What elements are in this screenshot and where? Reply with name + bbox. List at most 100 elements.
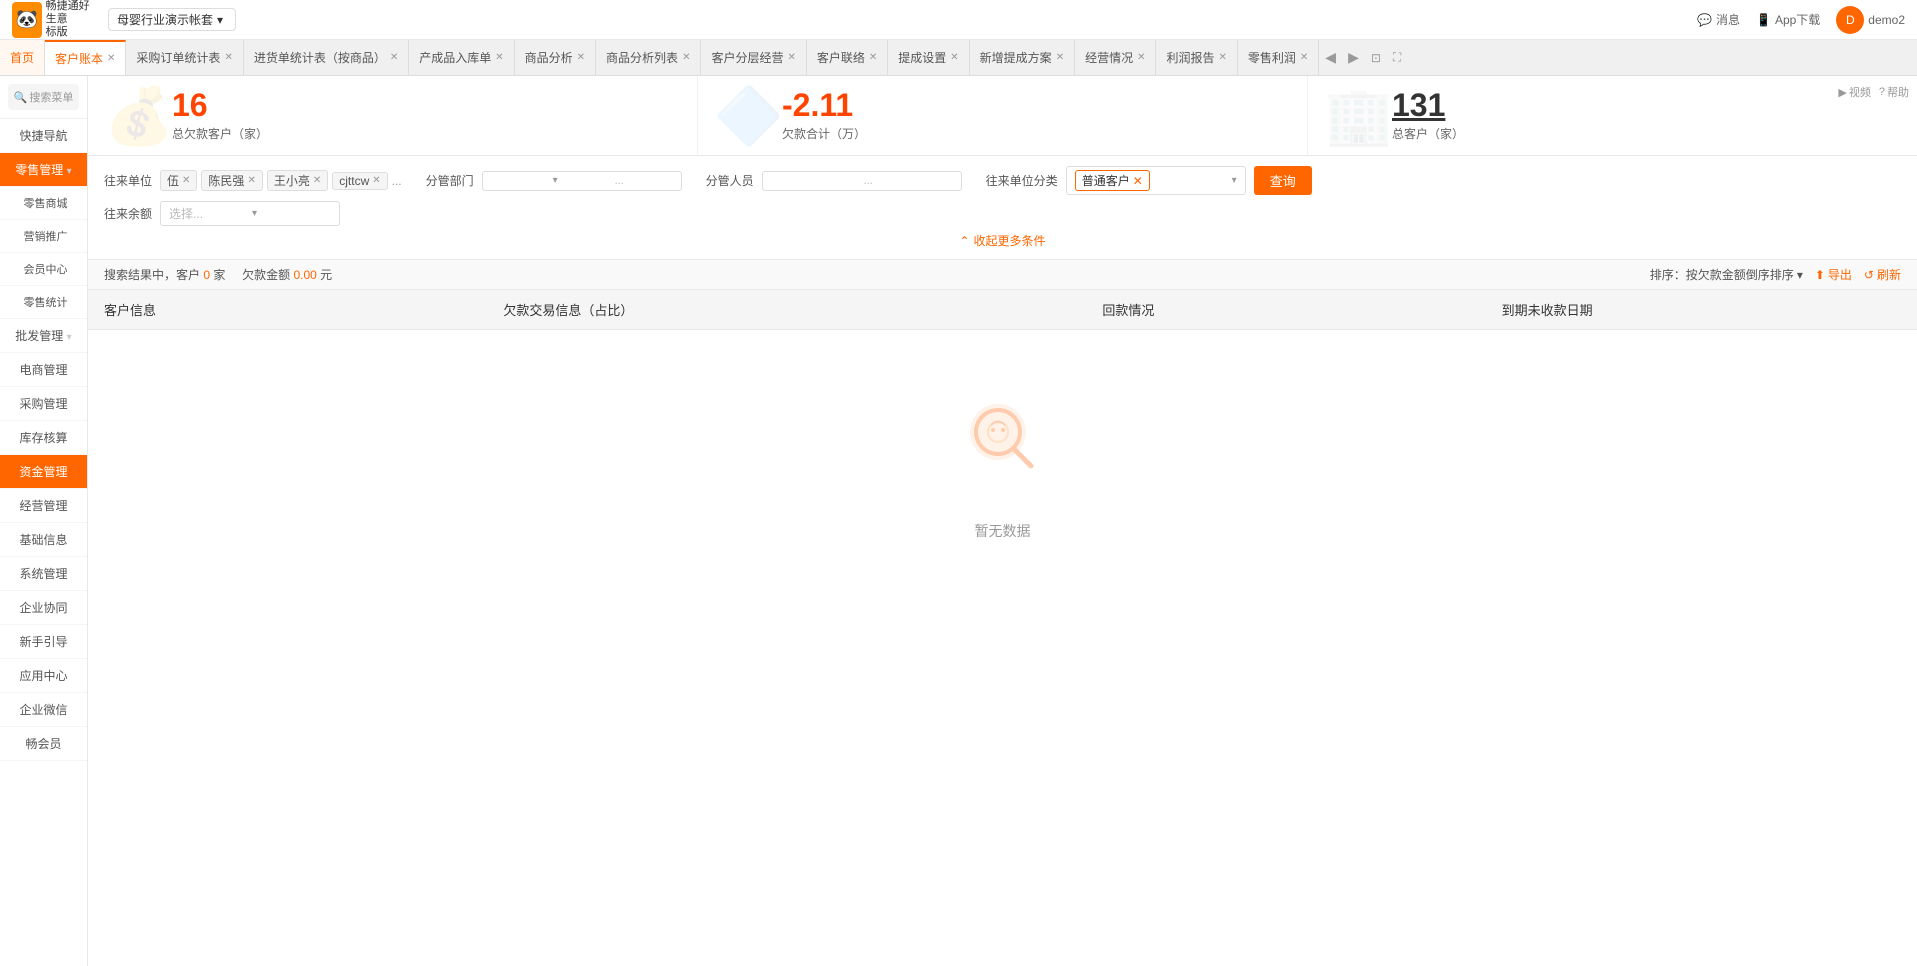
sidebar-item-quick-nav[interactable]: 快捷导航 <box>0 119 87 153</box>
sidebar-item-inventory[interactable]: 库存核算 <box>0 421 87 455</box>
tab-nav-next[interactable]: ▶ <box>1342 40 1365 76</box>
tab-close-icon[interactable]: ✕ <box>1056 52 1064 63</box>
empty-illustration <box>953 390 1053 509</box>
result-amount: 0.00 <box>293 268 316 282</box>
filter-tag-cjttcw: cjttcw ✕ <box>332 172 387 190</box>
tab-close-icon[interactable]: ✕ <box>869 52 877 63</box>
user-menu[interactable]: D demo2 <box>1836 6 1905 34</box>
sidebar-item-enterprise-wechat[interactable]: 企业微信 <box>0 693 87 727</box>
tab-close-icon[interactable]: ✕ <box>577 52 585 63</box>
stat-label-total: 总客户（家） <box>1392 125 1464 142</box>
tab-close-icon[interactable]: ✕ <box>950 52 958 63</box>
sidebar-item-basic-info[interactable]: 基础信息 <box>0 523 87 557</box>
sidebar-item-purchase[interactable]: 采购管理 <box>0 387 87 421</box>
tab-production-inbound[interactable]: 产成品入库单 ✕ <box>409 40 514 76</box>
tab-purchase-order-stats[interactable]: 采购订单统计表 ✕ <box>126 40 243 76</box>
table-area: 客户信息 欠款交易信息（占比） 回款情况 到期未收款日期 <box>88 290 1917 966</box>
query-button[interactable]: 查询 <box>1254 166 1312 195</box>
sidebar-item-chang-member[interactable]: 畅会员 <box>0 727 87 761</box>
tab-nav-prev[interactable]: ◀ <box>1319 40 1342 76</box>
tab-close-icon[interactable]: ✕ <box>1137 52 1145 63</box>
sidebar-item-system[interactable]: 系统管理 <box>0 557 87 591</box>
tab-close-icon[interactable]: ✕ <box>107 53 115 64</box>
filter-tag-wang: 王小亮 ✕ <box>267 170 328 191</box>
sidebar-item-app-center[interactable]: 应用中心 <box>0 659 87 693</box>
filter-balance-select[interactable]: 选择... ▾ <box>160 201 340 226</box>
tab-close-icon[interactable]: ✕ <box>224 52 232 63</box>
sidebar-item-member[interactable]: 会员中心 <box>0 253 87 286</box>
tab-home[interactable]: 首页 <box>0 40 45 76</box>
sort-button[interactable]: 排序：按欠款金额倒序排序 ▾ <box>1650 266 1803 283</box>
filter-more-button[interactable]: ... <box>392 174 402 188</box>
filter-unit-label: 往来单位 <box>104 172 152 189</box>
logo-icon: 🐼 <box>12 2 42 38</box>
sidebar-item-enterprise-collab[interactable]: 企业协同 <box>0 591 87 625</box>
tab-close-icon[interactable]: ✕ <box>787 52 795 63</box>
sidebar-item-finance[interactable]: 资金管理 <box>0 455 87 489</box>
tab-close-icon[interactable]: ✕ <box>682 52 690 63</box>
tab-close-icon[interactable]: ✕ <box>495 52 503 63</box>
tab-customer-layer[interactable]: 客户分层经营 ✕ <box>701 40 806 76</box>
tab-product-analysis-list[interactable]: 商品分析列表 ✕ <box>596 40 701 76</box>
tag-close-chen[interactable]: ✕ <box>247 175 255 186</box>
filter-tag-chen: 陈民强 ✕ <box>201 170 262 191</box>
tag-close-wu[interactable]: ✕ <box>182 175 190 186</box>
sidebar-item-retail[interactable]: 零售管理 ▾ <box>0 153 87 187</box>
empty-state: 暂无数据 <box>88 330 1917 601</box>
filter-dept-label: 分管部门 <box>426 172 474 189</box>
chevron-down-icon: ▾ <box>553 175 611 186</box>
tag-close-cjttcw[interactable]: ✕ <box>372 175 380 186</box>
tab-retail-profit[interactable]: 零售利润 ✕ <box>1238 40 1319 76</box>
tab-nav-expand[interactable]: ⊡ <box>1365 40 1387 76</box>
main-layout: 🔍 搜索菜单 快捷导航 零售管理 ▾ 零售商城 营销推广 会员中心 零售统计 批… <box>0 76 1917 966</box>
tag-close-common[interactable]: ✕ <box>1133 174 1143 188</box>
tab-product-analysis[interactable]: 商品分析 ✕ <box>515 40 596 76</box>
tab-customer-ledger[interactable]: 客户账本 ✕ <box>45 40 126 76</box>
collapse-filter-button[interactable]: ⌃ 收起更多条件 <box>104 232 1901 249</box>
sidebar-item-ecommerce[interactable]: 电商管理 <box>0 353 87 387</box>
sidebar-item-marketing[interactable]: 营销推广 <box>0 220 87 253</box>
tab-close-icon[interactable]: ✕ <box>1219 52 1227 63</box>
sidebar-item-retail-stats[interactable]: 零售统计 <box>0 286 87 319</box>
tab-commission-setting[interactable]: 提成设置 ✕ <box>888 40 969 76</box>
message-button[interactable]: 💬 消息 <box>1697 11 1740 28</box>
col-header-debt-info: 欠款交易信息（占比） <box>503 300 1102 319</box>
tab-customer-contact[interactable]: 客户联络 ✕ <box>807 40 888 76</box>
stat-value-debt: -2.11 <box>782 89 866 121</box>
sidebar-item-operation[interactable]: 经营管理 <box>0 489 87 523</box>
sidebar-search-button[interactable]: 🔍 搜索菜单 <box>8 84 79 110</box>
store-selector[interactable]: 母婴行业演示帐套 ▾ <box>108 8 236 31</box>
col-header-customer: 客户信息 <box>104 300 503 319</box>
refresh-button[interactable]: ↺ 刷新 <box>1864 266 1901 283</box>
sidebar-item-new-guide[interactable]: 新手引导 <box>0 625 87 659</box>
sidebar-item-wholesale[interactable]: 批发管理 ▾ <box>0 319 87 353</box>
tab-nav-fullscreen[interactable]: ⛶ <box>1387 40 1407 76</box>
top-bar: 🐼 畅捷通好生意 标版 母婴行业演示帐套 ▾ 💬 消息 📱 App下载 D de… <box>0 0 1917 40</box>
filter-tag-common-customer: 普通客户 ✕ <box>1075 170 1150 191</box>
filter-unit-tags: 伍 ✕ 陈民强 ✕ 王小亮 ✕ cjttcw ✕ ... <box>160 170 402 191</box>
top-right-actions: 💬 消息 📱 App下载 D demo2 <box>1697 6 1905 34</box>
sidebar-item-retail-mall[interactable]: 零售商城 <box>0 187 87 220</box>
tab-operation-status[interactable]: 经营情况 ✕ <box>1075 40 1156 76</box>
tab-goods-stats[interactable]: 进货单统计表（按商品） ✕ <box>244 40 409 76</box>
result-actions: 排序：按欠款金额倒序排序 ▾ ⬆ 导出 ↺ 刷新 <box>1650 266 1901 283</box>
tab-new-commission[interactable]: 新增提成方案 ✕ <box>970 40 1075 76</box>
expand-icon: ▾ <box>67 332 72 343</box>
tag-close-wang[interactable]: ✕ <box>313 175 321 186</box>
tab-close-icon[interactable]: ✕ <box>390 52 398 63</box>
filter-dept-select[interactable]: ▾ ... <box>482 171 682 191</box>
filter-category-area: 普通客户 ✕ ▾ <box>1066 166 1246 195</box>
stat-total-debt-amount: 🔷 -2.11 欠款合计（万） <box>698 76 1308 155</box>
export-button[interactable]: ⬆ 导出 <box>1815 266 1852 283</box>
col-header-repayment: 回款情况 <box>1102 300 1501 319</box>
filter-manager-select[interactable]: ... <box>762 171 962 191</box>
result-info: 搜索结果中，客户 0 家 欠款金额 0.00 元 <box>104 266 1650 283</box>
stat-value-customers: 16 <box>172 89 268 121</box>
tab-profit-report[interactable]: 利润报告 ✕ <box>1156 40 1237 76</box>
content-area: ▶ 视频 ? 帮助 💰 16 总欠款客户（家） 🔷 -2.11 <box>88 76 1917 966</box>
sidebar: 🔍 搜索菜单 快捷导航 零售管理 ▾ 零售商城 营销推广 会员中心 零售统计 批… <box>0 76 88 966</box>
tab-bar: 首页 客户账本 ✕ 采购订单统计表 ✕ 进货单统计表（按商品） ✕ 产成品入库单… <box>0 40 1917 76</box>
tab-close-icon[interactable]: ✕ <box>1300 52 1308 63</box>
app-download-button[interactable]: 📱 App下载 <box>1756 11 1820 28</box>
filter-balance-label: 往来余额 <box>104 205 152 222</box>
